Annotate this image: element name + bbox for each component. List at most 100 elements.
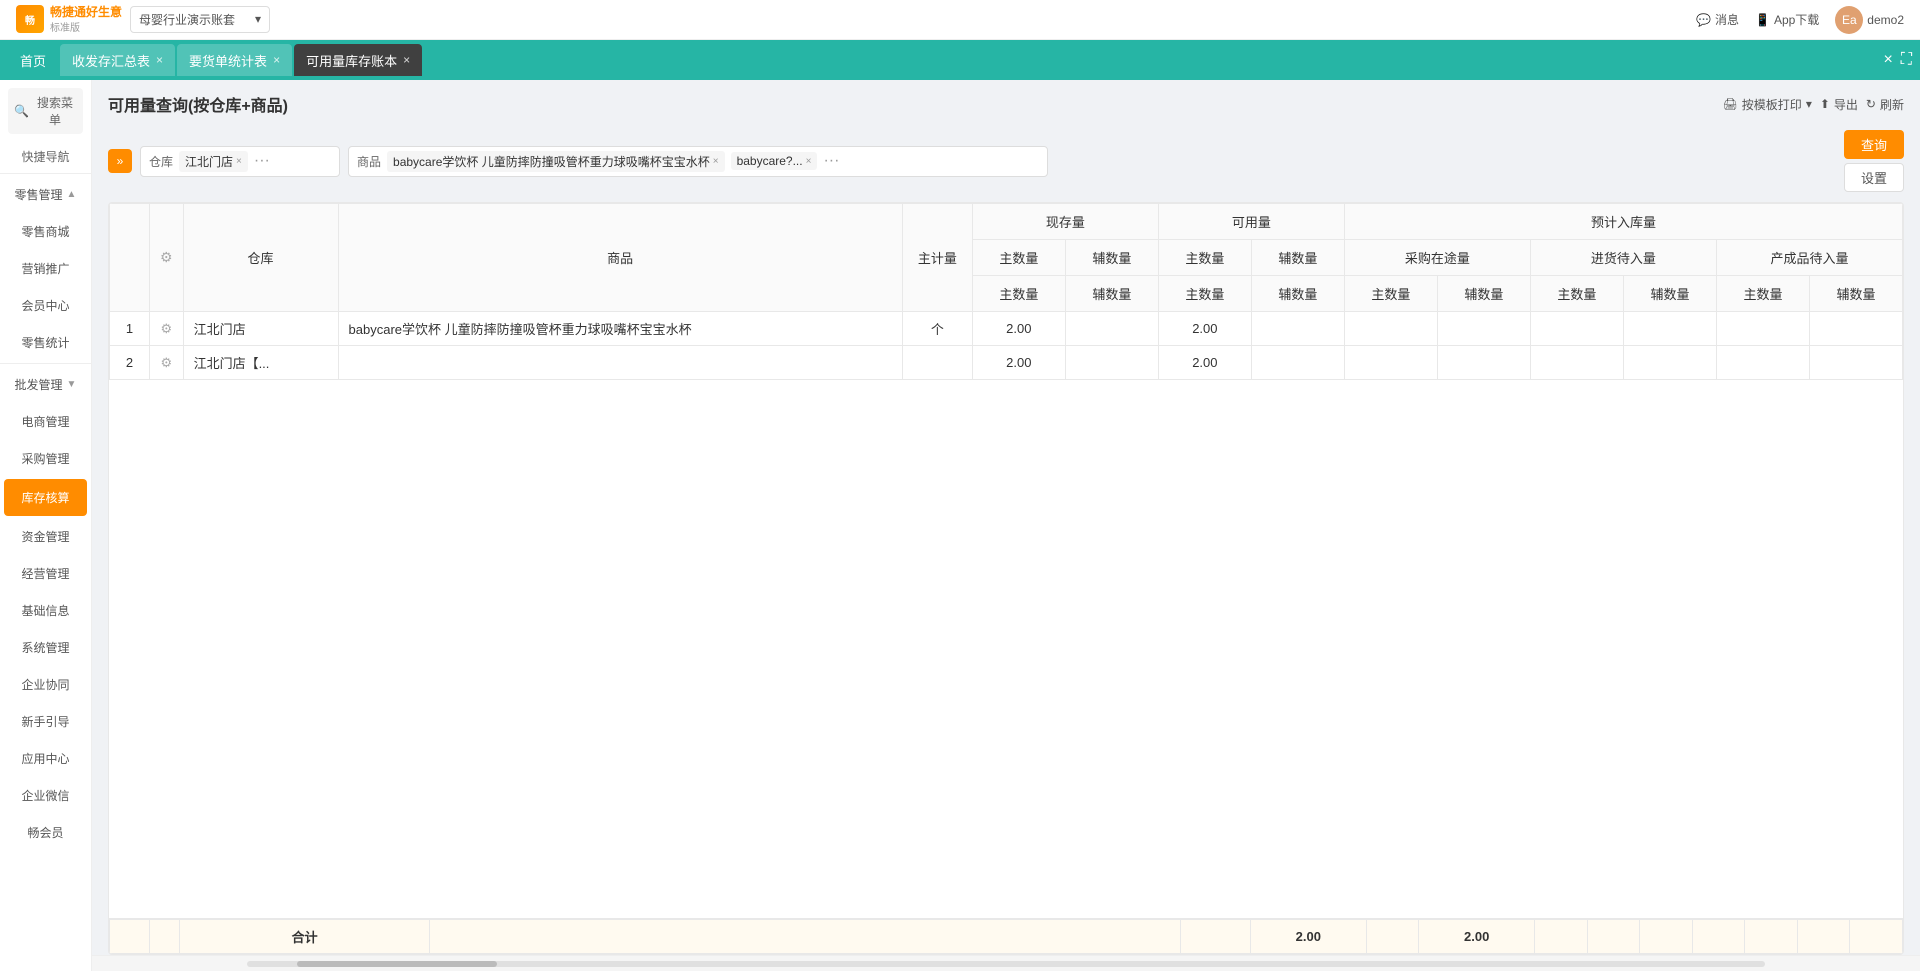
tab-close-receive-send[interactable]: × [156,53,163,67]
th-main-unit: 主计量 [902,204,972,312]
th-avail-aux-qty: 辅数量 [1251,276,1344,312]
avatar: Ea [1835,6,1863,34]
th-current-main-qty: 主数量 [972,276,1065,312]
row-prod-pend-main [1716,312,1809,346]
warehouse-filter-more[interactable]: ··· [254,152,270,170]
row-gear[interactable]: ⚙ [150,346,184,380]
main-table: ⚙ 仓库 商品 主计量 现存量 可用量 预计入库量 主数量 辅数量 主数量 [109,203,1903,380]
sidebar-item-purchase-mgmt[interactable]: 采购管理 [0,440,91,477]
order-stats-tab-label: 要货单统计表 [189,51,267,70]
tab-order-stats[interactable]: 要货单统计表 × [177,44,292,76]
tab-available-stock[interactable]: 可用量库存账本 × [294,44,422,76]
message-btn[interactable]: 💬 消息 [1696,11,1739,28]
sidebar-item-vip-member[interactable]: 畅会员 [0,814,91,851]
row-inbound-pend-aux [1623,312,1716,346]
row-gear[interactable]: ⚙ [150,312,184,346]
sidebar-item-enterprise-wechat[interactable]: 企业微信 [0,777,91,814]
content-area: 可用量查询(按仓库+商品) 🖨 按模板打印 ▾ ⬆ 导出 ↻ 刷新 [92,80,1920,971]
th-production-pending: 产成品待入量 [1716,240,1902,276]
page-header: 可用量查询(按仓库+商品) 🖨 按模板打印 ▾ ⬆ 导出 ↻ 刷新 [92,80,1920,124]
close-tab-bar-btn[interactable]: × [1883,51,1892,69]
sidebar-item-finance-mgmt[interactable]: 资金管理 [0,518,91,555]
message-icon: 💬 [1696,13,1711,27]
summary-label: 合计 [180,919,430,954]
search-icon: 🔍 [14,104,29,118]
sidebar-item-basic-info[interactable]: 基础信息 [0,592,91,629]
sidebar-item-member-center[interactable]: 会员中心 [0,287,91,324]
sidebar-item-ecommerce-mgmt[interactable]: 电商管理 [0,403,91,440]
th-pur-transit-main: 主数量 [1344,276,1437,312]
product-tag-1[interactable]: babycare学饮杯 儿童防摔防撞吸管杯重力球吸嘴杯宝宝水杯 × [387,151,725,172]
refresh-icon: ↻ [1866,97,1876,111]
expand-filter-btn[interactable]: » [108,149,132,173]
row-prod-pend-aux [1809,312,1902,346]
row-pur-transit-main [1344,312,1437,346]
product-tag-close-2[interactable]: × [806,156,812,167]
row-avail-main: 2.00 [1158,312,1251,346]
expand-tab-bar-btn[interactable]: ⛶ [1901,51,1912,69]
sidebar-search: 🔍 搜索菜单 [0,80,91,142]
sidebar-item-inventory-check[interactable]: 库存核算 [4,479,87,516]
row-inbound-pend-aux [1623,346,1716,380]
refresh-btn[interactable]: ↻ 刷新 [1866,96,1904,113]
receive-send-tab-label: 收发存汇总表 [72,51,150,70]
summary-current-main: 2.00 [1250,919,1366,954]
tab-bar: 首页 收发存汇总表 × 要货单统计表 × 可用量库存账本 × × ⛶ [0,40,1920,80]
setting-btn[interactable]: 设置 [1844,163,1904,192]
th-current-main: 主数量 [972,240,1065,276]
user-avatar-btn[interactable]: Ea demo2 [1835,6,1904,34]
sidebar-item-enterprise-coop[interactable]: 企业协同 [0,666,91,703]
row-current-aux [1065,312,1158,346]
th-expected-inbound: 预计入库量 [1344,204,1902,240]
sidebar-item-retail-mall[interactable]: 零售商城 [0,213,91,250]
search-menu-btn[interactable]: 🔍 搜索菜单 [8,88,83,134]
print-template-btn[interactable]: 🖨 按模板打印 ▾ [1723,96,1812,113]
chevron-icon-2: ▼ [67,379,77,390]
warehouse-tag[interactable]: 江北门店 × [179,151,248,172]
tab-home[interactable]: 首页 [8,44,58,76]
warehouse-filter: 仓库 江北门店 × ··· [140,146,340,177]
sidebar-item-retail-stats[interactable]: 零售统计 [0,324,91,361]
th-current-aux-qty: 辅数量 [1065,276,1158,312]
row-warehouse: 江北门店 [183,312,338,346]
sidebar-item-wholesale-mgmt[interactable]: 批发管理 ▼ [0,366,91,403]
sidebar: 🔍 搜索菜单 快捷导航 零售管理 ▲ 零售商城 营销推广 会员中心 零售统计 批… [0,80,92,971]
sidebar-item-new-guide[interactable]: 新手引导 [0,703,91,740]
tab-close-available-stock[interactable]: × [403,53,410,67]
row-current-aux [1065,346,1158,380]
query-btn[interactable]: 查询 [1844,130,1904,159]
summary-empty-1 [110,919,150,954]
warehouse-filter-label: 仓库 [149,153,173,170]
export-btn[interactable]: ⬆ 导出 [1820,96,1858,113]
download-icon: 📱 [1755,13,1770,27]
warehouse-tag-close[interactable]: × [236,156,242,167]
chevron-down-icon: ▾ [255,12,261,26]
sidebar-item-operations-mgmt[interactable]: 经营管理 [0,555,91,592]
summary-table: 合计 2.00 2.00 [109,918,1903,954]
product-tag-close-1[interactable]: × [713,156,719,167]
row-warehouse: 江北门店【... [183,346,338,380]
sidebar-item-marketing[interactable]: 营销推广 [0,250,91,287]
tab-receive-send[interactable]: 收发存汇总表 × [60,44,175,76]
tab-close-order-stats[interactable]: × [273,53,280,67]
scroll-thumb[interactable] [297,961,497,967]
available-stock-tab-label: 可用量库存账本 [306,51,397,70]
app-download-btn[interactable]: 📱 App下载 [1755,11,1819,28]
sidebar-divider-1 [0,173,91,174]
quick-nav-label[interactable]: 快捷导航 [0,142,91,171]
product-filter-more[interactable]: ··· [823,152,839,170]
row-product [338,346,902,380]
th-gear[interactable]: ⚙ [150,204,184,312]
product-filter-label: 商品 [357,153,381,170]
row-current-main: 2.00 [972,312,1065,346]
industry-selector[interactable]: 母婴行业演示账套 ▾ [130,6,270,33]
sidebar-item-retail-mgmt[interactable]: 零售管理 ▲ [0,176,91,213]
row-main-unit [902,346,972,380]
row-main-unit: 个 [902,312,972,346]
table-wrapper: ⚙ 仓库 商品 主计量 现存量 可用量 预计入库量 主数量 辅数量 主数量 [109,203,1903,918]
summary-avail-aux [1535,919,1588,954]
sidebar-item-app-center[interactable]: 应用中心 [0,740,91,777]
table-row: 1 ⚙ 江北门店 babycare学饮杯 儿童防摔防撞吸管杯重力球吸嘴杯宝宝水杯… [110,312,1903,346]
product-tag-2[interactable]: babycare?... × [731,152,818,170]
sidebar-item-system-mgmt[interactable]: 系统管理 [0,629,91,666]
